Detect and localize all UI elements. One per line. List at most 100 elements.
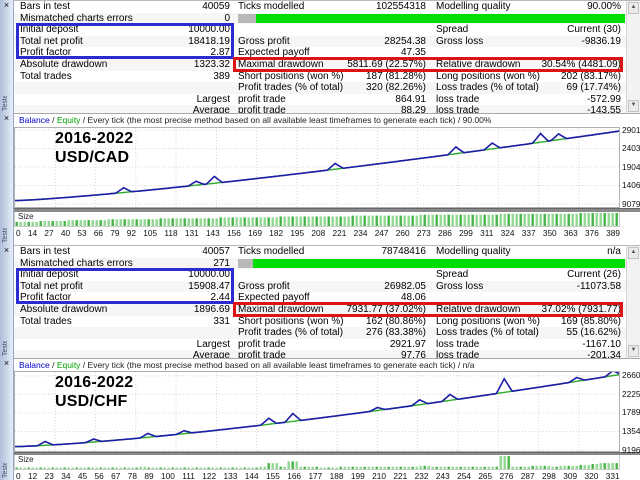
x-axis-tick: 276 xyxy=(499,471,514,480)
stat-value: 47.35 xyxy=(400,47,426,59)
panel-caption: Tester xyxy=(2,341,9,356)
stat-value xyxy=(178,327,230,339)
stat-label: Loss trades (% of total) xyxy=(436,327,539,339)
stat-label xyxy=(14,327,178,339)
stat-label: Total trades xyxy=(20,315,72,327)
stat-label: Maximal drawdown xyxy=(238,303,324,315)
table-row: Mismatched charts errors 271 xyxy=(14,257,627,270)
chart-legend: Balance / Equity / Every tick (the most … xyxy=(19,115,492,125)
stat-value: 162 (80.86%) xyxy=(365,315,426,327)
table-row: Total net profit 15908.47 Gross profit 2698… xyxy=(14,280,627,293)
table-row: Bars in test 40059 Ticks modelled 102554318… xyxy=(14,1,627,13)
stat-label: Total net profit xyxy=(20,35,83,47)
scroll-up-button[interactable]: ▲ xyxy=(628,2,639,14)
stat-label: Spread xyxy=(436,269,469,281)
stat-value: -201.34 xyxy=(587,350,621,358)
scroll-down-button[interactable]: ▼ xyxy=(628,345,639,357)
legend-method-label: / Every tick (the most precise method ba… xyxy=(80,360,475,370)
stat-label: Initial deposit xyxy=(20,269,79,281)
table-row: Total net profit 18418.19 Gross profit 2825… xyxy=(14,35,627,48)
x-axis-tick: 363 xyxy=(563,227,578,238)
chart-panel-usdchf: × Tester Balance / Equity / Every tick (… xyxy=(0,358,640,480)
x-axis-tick: 177 xyxy=(308,471,323,480)
stat-value: 320 (82.26%) xyxy=(365,82,426,94)
stat-label: Modelling quality xyxy=(436,246,511,257)
stat-label: Relative drawdown xyxy=(436,303,521,315)
x-axis-tick: 12 xyxy=(28,471,38,480)
stat-value: 28254.38 xyxy=(384,35,426,47)
stat-value: 10000.00 xyxy=(188,24,230,36)
close-panel-icon[interactable]: × xyxy=(0,0,13,10)
x-axis-tick: 14 xyxy=(27,227,38,238)
panel-caption: Tester xyxy=(2,228,9,243)
stat-value: 0 xyxy=(224,12,230,24)
x-axis-labels: 0 14 27 40 53 66 79 92 105 118 131 143 156 169 182 195 2… xyxy=(14,227,620,238)
x-axis-tick: 199 xyxy=(350,471,365,480)
x-axis-tick: 287 xyxy=(520,471,535,480)
x-axis-tick: 79 xyxy=(110,227,120,238)
stat-value: 37.02% (7931.77) xyxy=(541,303,621,315)
table-scrollbar[interactable]: ▲ ▼ xyxy=(626,1,640,113)
x-axis-tick: 243 xyxy=(435,471,450,480)
stat-value: 864.91 xyxy=(395,93,426,105)
x-axis-tick: 195 xyxy=(290,227,305,238)
stat-label: profit trade xyxy=(238,105,286,113)
x-axis-tick: 0 xyxy=(16,227,21,238)
panel-dock-strip: × Tester xyxy=(0,0,14,113)
stat-value: 276 (83.38%) xyxy=(365,327,426,339)
scroll-up-button[interactable]: ▲ xyxy=(628,247,639,259)
stat-value xyxy=(178,82,230,94)
x-axis-tick: 143 xyxy=(205,227,220,238)
table-row: Average profit trade 97.76 loss trade -201.3… xyxy=(14,350,627,358)
x-axis-tick: 208 xyxy=(311,227,326,238)
stat-label: Short positions (won %) xyxy=(238,70,344,82)
stat-label: Loss trades (% of total) xyxy=(436,82,539,94)
chart-legend: Balance / Equity / Every tick (the most … xyxy=(19,360,475,370)
stat-value: 331 xyxy=(213,315,230,327)
x-axis-tick: 254 xyxy=(457,471,471,480)
x-axis-tick: 100 xyxy=(161,471,175,480)
close-panel-icon[interactable]: × xyxy=(0,113,13,123)
stat-value: 97.76 xyxy=(400,350,426,358)
stat-value: 1323.32 xyxy=(193,58,230,70)
x-axis-tick: 350 xyxy=(542,227,557,238)
table-row: Profit factor 2.44 Expected payoff 48.06 xyxy=(14,292,627,304)
stat-label: profit trade xyxy=(238,93,286,105)
stat-value: 2.44 xyxy=(210,292,230,304)
x-axis-tick: 234 xyxy=(353,227,368,238)
stat-label: profit trade xyxy=(238,338,286,350)
close-panel-icon[interactable]: × xyxy=(0,358,13,368)
x-axis-tick: 67 xyxy=(111,471,121,480)
stat-label xyxy=(238,24,346,36)
panel-dock-strip: × Tester xyxy=(0,113,14,245)
stat-value: 271 xyxy=(213,257,230,269)
stat-label: Initial deposit xyxy=(20,24,79,36)
close-panel-icon[interactable]: × xyxy=(0,245,13,255)
table-scrollbar[interactable]: ▲ ▼ xyxy=(626,246,640,358)
stat-label: Bars in test xyxy=(20,246,71,257)
y-axis-tick: 9196 xyxy=(622,444,640,455)
stat-value: 2.87 xyxy=(210,47,230,59)
stat-label: Gross loss xyxy=(436,35,484,47)
x-axis-tick: 34 xyxy=(61,471,71,480)
table-row: Largest profit trade 2921.97 loss trade -116… xyxy=(14,339,627,351)
x-axis-tick: 27 xyxy=(44,227,54,238)
stat-label: Total trades xyxy=(20,70,72,82)
scroll-down-button[interactable]: ▼ xyxy=(628,100,639,112)
stat-label: Modelling quality xyxy=(436,1,511,12)
table-row: Absolute drawdown 1323.32 Maximal drawdown… xyxy=(14,58,627,71)
y-axis-labels: 29014 24030 19047 14063 9079 xyxy=(620,125,640,209)
stat-label: Absolute drawdown xyxy=(20,303,108,315)
stat-label: Ticks modelled xyxy=(238,1,305,12)
stat-label: Gross profit xyxy=(238,35,290,47)
stat-value: Largest xyxy=(196,93,230,105)
report-table-panel-usdchf: × Tester Bars in test 40057 Ticks modelled… xyxy=(0,245,640,358)
stat-value: 90.00% xyxy=(587,1,621,12)
stat-value: Average xyxy=(192,105,230,113)
table-row: Absolute drawdown 1896.69 Maximal drawdown… xyxy=(14,303,627,316)
stat-value: -9836.19 xyxy=(581,35,621,47)
stat-value: 202 (83.17%) xyxy=(560,70,621,82)
stat-label xyxy=(436,292,536,304)
x-axis-tick: 155 xyxy=(265,471,280,480)
x-axis-tick: 56 xyxy=(94,471,104,480)
